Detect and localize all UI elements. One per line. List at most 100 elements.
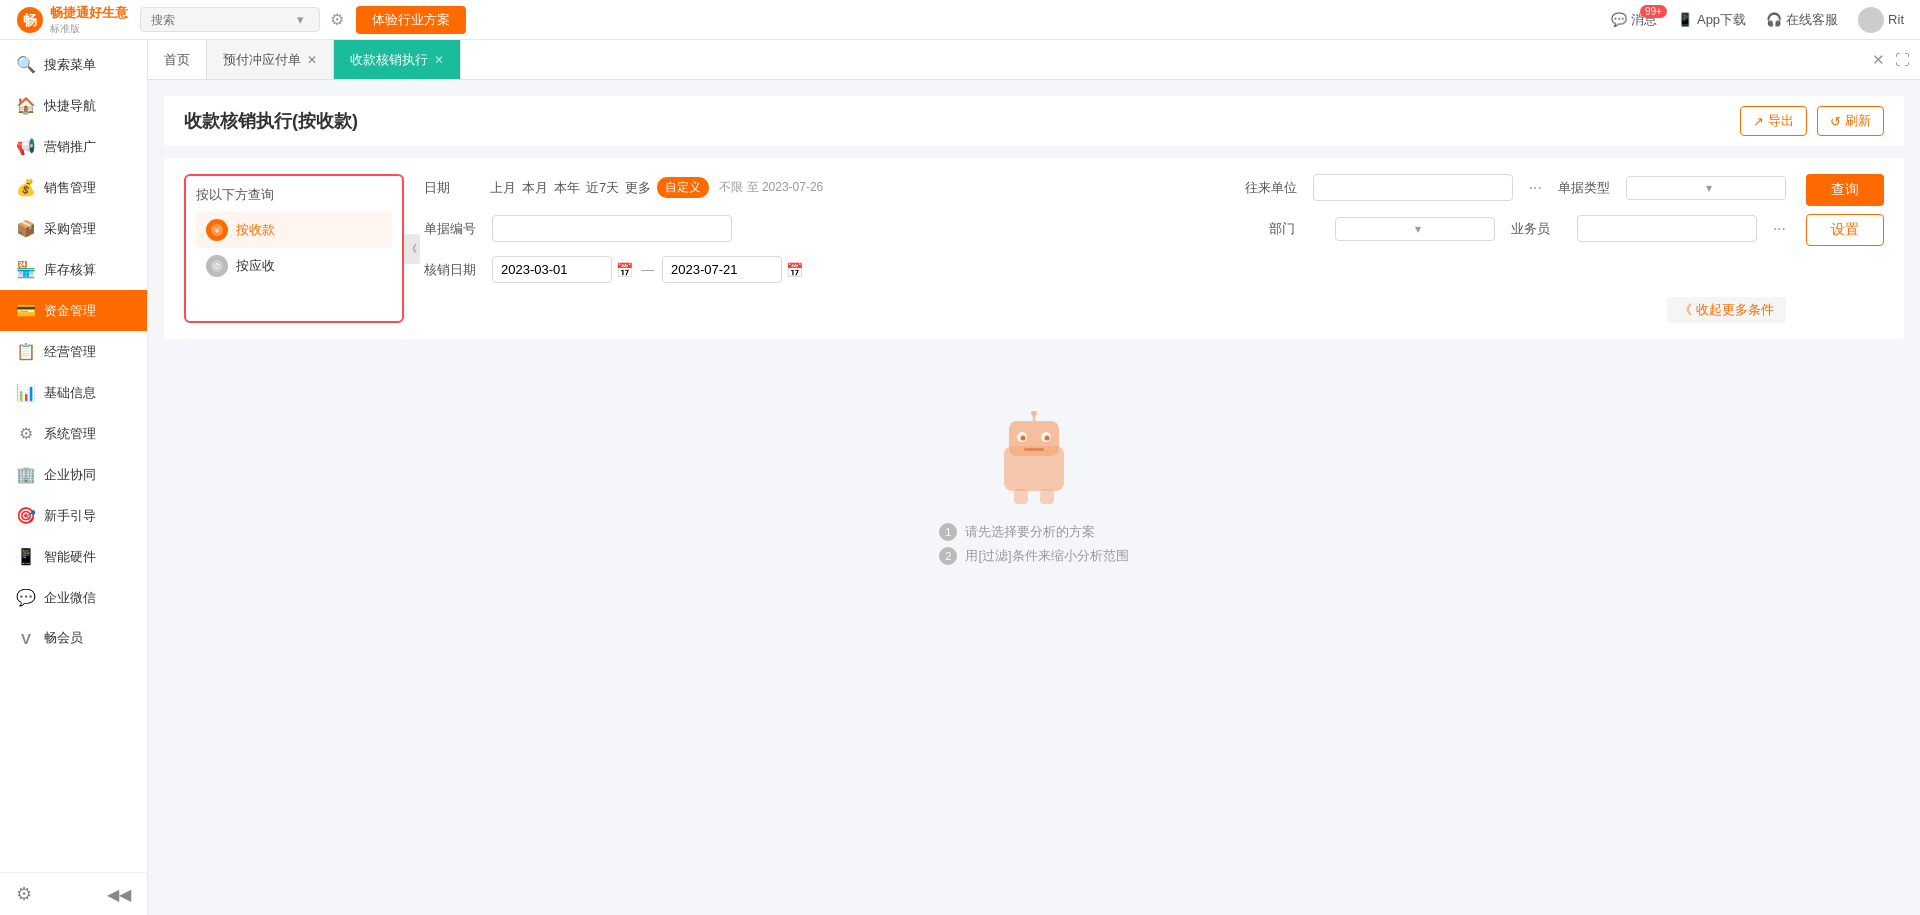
offset-date-to-calendar-icon[interactable]: 📅 — [786, 262, 803, 278]
message-icon: 💬 — [1611, 12, 1627, 27]
business-more-icon[interactable]: ··· — [1773, 220, 1786, 238]
empty-tip-2: 2 用[过滤]条件来缩小分析范围 — [939, 547, 1128, 565]
counterparty-more-icon[interactable]: ··· — [1529, 179, 1542, 197]
sidebar-item-purchase[interactable]: 📦 采购管理 — [0, 208, 147, 249]
hardware-icon: 📱 — [16, 547, 36, 566]
topbar: 畅 畅捷通好生意 标准版 ▾ ⚙ 体验行业方案 💬 消息 99+ 📱 App下载… — [0, 0, 1920, 40]
filter-left-title: 按以下方查询 — [196, 186, 392, 204]
business-input[interactable] — [1577, 215, 1757, 242]
doc-type-select[interactable]: ▾ — [1626, 176, 1786, 200]
search-dropdown-icon[interactable]: ▾ — [297, 12, 304, 27]
svg-rect-13 — [1014, 489, 1028, 504]
sidebar-item-wechat[interactable]: 💬 企业微信 — [0, 577, 147, 618]
filter-actions: 查询 设置 — [1806, 174, 1884, 323]
doc-number-input[interactable] — [492, 215, 732, 242]
empty-robot-illustration — [974, 411, 1094, 511]
svg-text:⏱: ⏱ — [213, 262, 221, 271]
svg-rect-12 — [1024, 448, 1044, 451]
empty-tips: 1 请先选择要分析的方案 2 用[过滤]条件来缩小分析范围 — [939, 523, 1128, 565]
sidebar-item-inventory[interactable]: 🏪 库存核算 — [0, 249, 147, 290]
sidebar-item-finance[interactable]: 💳 资金管理 — [0, 290, 147, 331]
online-service-label: 在线客服 — [1786, 11, 1838, 29]
tab-home[interactable]: 首页 — [148, 40, 207, 79]
filter-option-by-receipt[interactable]: ¥ 按收款 — [196, 212, 392, 248]
offset-date-from-input[interactable] — [492, 256, 612, 283]
tab-fullscreen-icon[interactable]: ⛶ — [1895, 51, 1910, 68]
search-area[interactable]: ▾ — [140, 7, 320, 32]
sidebar-item-system[interactable]: ⚙ 系统管理 — [0, 413, 147, 454]
collapse-more-button[interactable]: 《 收起更多条件 — [1667, 297, 1786, 323]
sidebar-label-operation: 经营管理 — [44, 343, 96, 361]
settings-icon[interactable]: ⚙ — [330, 10, 344, 29]
sidebar-item-sales[interactable]: 💰 销售管理 — [0, 167, 147, 208]
filter-layout: 按以下方查询 ¥ 按收款 ⏱ 按应收 — [184, 174, 1884, 323]
sidebar-item-guide[interactable]: 🎯 新手引导 — [0, 495, 147, 536]
svg-text:¥: ¥ — [214, 226, 220, 235]
date-custom[interactable]: 自定义 — [657, 177, 709, 198]
sidebar-item-operation[interactable]: 📋 经营管理 — [0, 331, 147, 372]
date-last-month[interactable]: 上月 — [490, 179, 516, 197]
app-download-icon: 📱 — [1677, 12, 1693, 27]
export-button[interactable]: ↗ 导出 — [1740, 106, 1807, 136]
collapse-icon: 《 — [1679, 301, 1692, 319]
page-title: 收款核销执行(按收款) — [184, 109, 358, 133]
receivable-option-icon: ⏱ — [206, 255, 228, 277]
date-this-month[interactable]: 本月 — [522, 179, 548, 197]
tab-receipt-close-icon[interactable]: ✕ — [434, 53, 444, 67]
sidebar-item-enterprise[interactable]: 🏢 企业协同 — [0, 454, 147, 495]
page-title-bar: 收款核销执行(按收款) ↗ 导出 ↺ 刷新 — [164, 96, 1904, 146]
sidebar-label-marketing: 营销推广 — [44, 138, 96, 156]
offset-date-to-input[interactable] — [662, 256, 782, 283]
search-input[interactable] — [151, 13, 291, 27]
export-icon: ↗ — [1753, 114, 1764, 129]
tab-prepay-close-icon[interactable]: ✕ — [307, 53, 317, 67]
date-label: 日期 — [424, 179, 474, 197]
sidebar-item-marketing[interactable]: 📢 营销推广 — [0, 126, 147, 167]
filter-option-receivable-label: 按应收 — [236, 257, 275, 275]
filter-row-3: 核销日期 📅 — 📅 — [424, 256, 1786, 283]
sidebar-label-vip: 畅会员 — [44, 629, 83, 647]
basic-icon: 📊 — [16, 383, 36, 402]
app-download-button[interactable]: 📱 App下载 — [1677, 11, 1746, 29]
finance-icon: 💳 — [16, 301, 36, 320]
tab-receipt-offset[interactable]: 收款核销执行 ✕ — [334, 40, 461, 79]
bottom-settings-icon[interactable]: ⚙ — [16, 883, 32, 905]
offset-date-from-calendar-icon[interactable]: 📅 — [616, 262, 633, 278]
doc-number-label: 单据编号 — [424, 220, 476, 238]
messages-button[interactable]: 💬 消息 99+ — [1611, 11, 1657, 29]
topbar-right: 💬 消息 99+ 📱 App下载 🎧 在线客服 Rit — [1611, 7, 1904, 33]
sidebar-label-search: 搜索菜单 — [44, 56, 96, 74]
dept-select[interactable]: ▾ — [1335, 217, 1495, 241]
sidebar-item-search[interactable]: 🔍 搜索菜单 — [0, 44, 147, 85]
page-content: 收款核销执行(按收款) ↗ 导出 ↺ 刷新 按以下 — [148, 80, 1920, 915]
online-service-button[interactable]: 🎧 在线客服 — [1766, 11, 1838, 29]
user-profile[interactable]: Rit — [1858, 7, 1904, 33]
sidebar-label-basic: 基础信息 — [44, 384, 96, 402]
tab-close-all-icon[interactable]: ✕ — [1872, 51, 1885, 69]
sidebar-item-hardware[interactable]: 📱 智能硬件 — [0, 536, 147, 577]
tip-text-2: 用[过滤]条件来缩小分析范围 — [965, 547, 1128, 565]
tab-prepay-conflict[interactable]: 预付冲应付单 ✕ — [207, 40, 334, 79]
filter-option-by-receivable[interactable]: ⏱ 按应收 — [196, 248, 392, 284]
query-button[interactable]: 查询 — [1806, 174, 1884, 206]
counterparty-input[interactable] — [1313, 174, 1513, 201]
filter-panel: 按以下方查询 ¥ 按收款 ⏱ 按应收 — [164, 158, 1904, 339]
refresh-button[interactable]: ↺ 刷新 — [1817, 106, 1884, 136]
sidebar-item-vip[interactable]: V 畅会员 — [0, 618, 147, 658]
date-7days[interactable]: 近7天 — [586, 179, 619, 197]
filter-right-panel: 日期 上月 本月 本年 近7天 更多 自定义 不限 至 2023-07-26 — [424, 174, 1786, 323]
dept-label: 部门 — [1269, 220, 1319, 238]
filter-collapse-button[interactable]: 《 — [404, 234, 420, 264]
sidebar-label-wechat: 企业微信 — [44, 589, 96, 607]
settings-button[interactable]: 设置 — [1806, 214, 1884, 246]
sidebar-collapse-icon[interactable]: ◀◀ — [107, 885, 131, 904]
sidebar-item-basic[interactable]: 📊 基础信息 — [0, 372, 147, 413]
date-this-year[interactable]: 本年 — [554, 179, 580, 197]
date-more[interactable]: 更多 — [625, 179, 651, 197]
sales-icon: 💰 — [16, 178, 36, 197]
solution-button[interactable]: 体验行业方案 — [356, 6, 466, 34]
sidebar-item-quicknav[interactable]: 🏠 快捷导航 — [0, 85, 147, 126]
sidebar-label-system: 系统管理 — [44, 425, 96, 443]
sidebar-menu: 🔍 搜索菜单 🏠 快捷导航 📢 营销推广 💰 销售管理 📦 采购管理 🏪 — [0, 40, 147, 872]
date-range-dash: — — [641, 262, 654, 277]
